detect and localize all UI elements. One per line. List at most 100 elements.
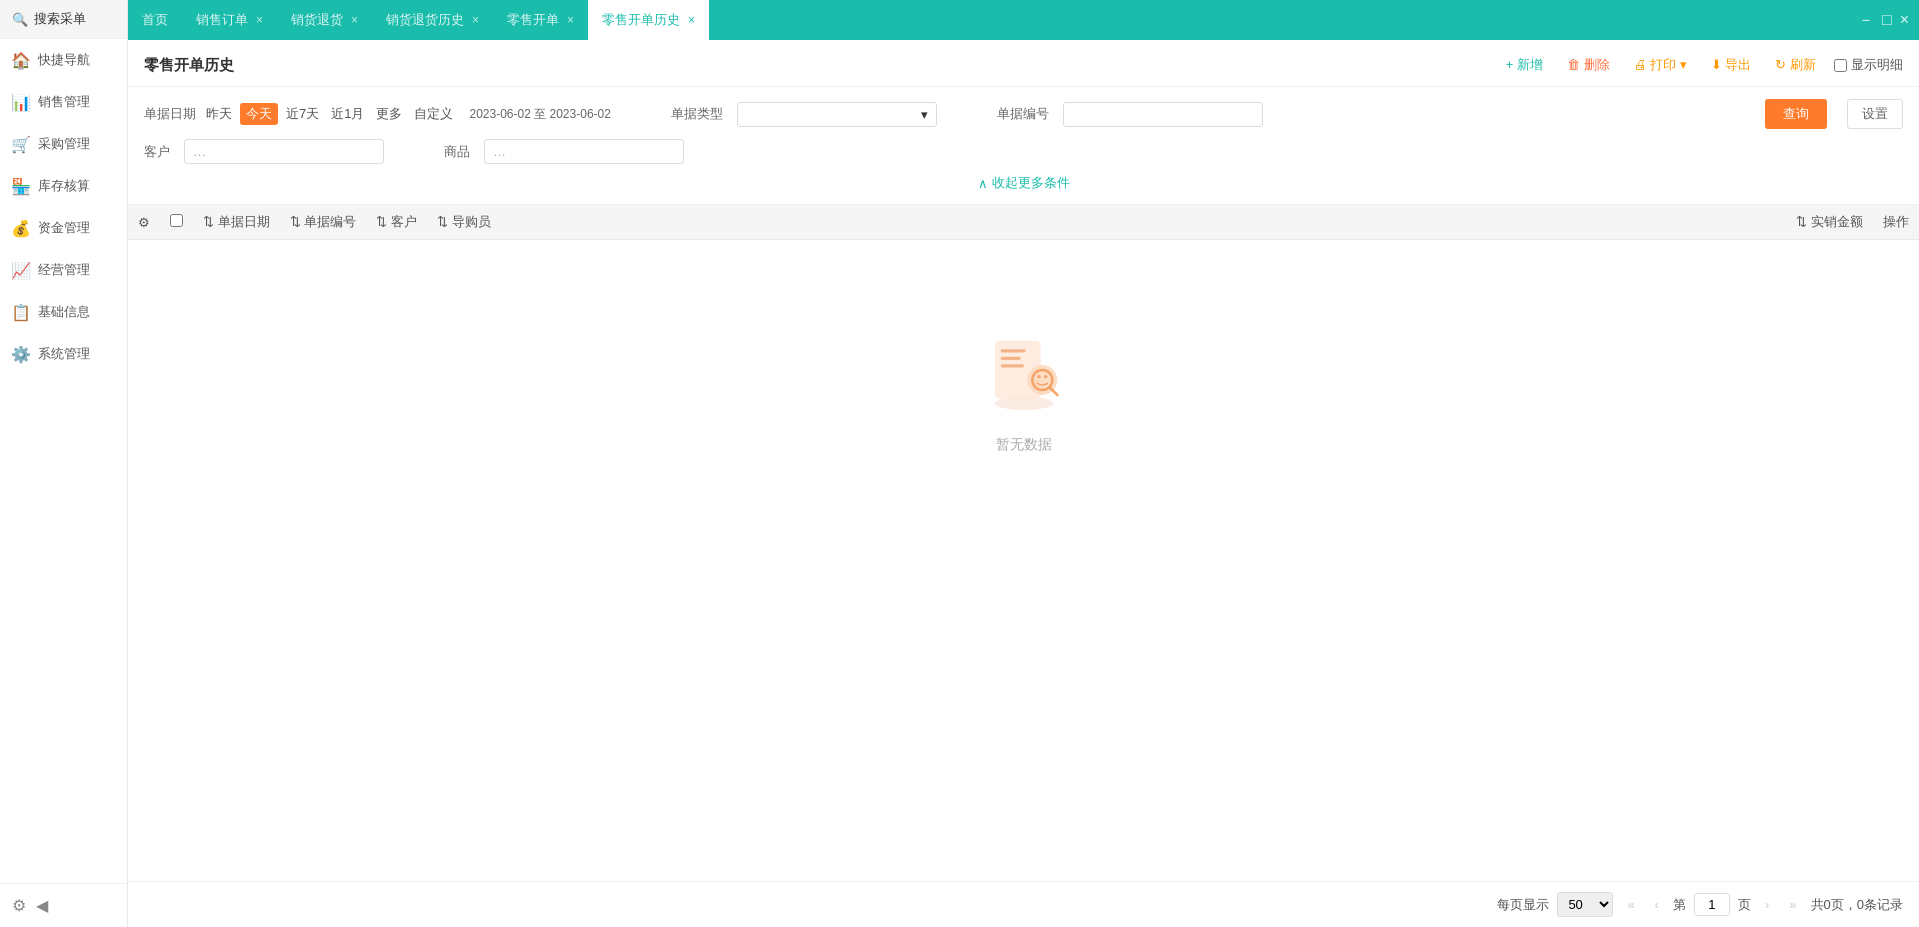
sidebar-icon-system: ⚙️ bbox=[12, 345, 30, 363]
display-cols-checkbox[interactable] bbox=[1834, 59, 1847, 72]
svg-rect-3 bbox=[1000, 357, 1020, 360]
query-button[interactable]: 查询 bbox=[1765, 99, 1827, 129]
collapse-up-icon: ∧ bbox=[978, 176, 988, 191]
tab-home[interactable]: 首页 bbox=[128, 0, 182, 40]
sidebar-item-system[interactable]: ⚙️ 系统管理 bbox=[0, 333, 127, 375]
tab-retail-open-history[interactable]: 零售开单历史× bbox=[588, 0, 709, 40]
per-page-select[interactable]: 50 10 20 100 bbox=[1557, 892, 1613, 917]
main-area: 首页销售订单×销货退货×销货退货历史×零售开单×零售开单历史× － □ × 零售… bbox=[128, 0, 1919, 927]
svg-rect-2 bbox=[1000, 349, 1025, 352]
tab-bar-end: － □ × bbox=[1858, 10, 1919, 31]
customer-filter: 客户 … bbox=[144, 139, 384, 164]
th-customer[interactable]: ⇅ 客户 bbox=[366, 205, 427, 240]
date-filter-label: 单据日期 bbox=[144, 105, 196, 123]
table-area: ⚙ ⇅ 单据日期 ⇅ 单据编号 ⇅ 客户 ⇅ 导购员 ⇅ 实销金额 操作 bbox=[128, 205, 1919, 881]
sidebar-icon-operation: 📈 bbox=[12, 261, 30, 279]
customer-select[interactable]: … bbox=[184, 139, 384, 164]
display-cols-checkbox-label[interactable]: 显示明细 bbox=[1834, 56, 1903, 74]
sidebar-item-purchase-mgmt[interactable]: 🛒 采购管理 bbox=[0, 123, 127, 165]
sidebar: 🔍 搜索采单 🏠快捷导航 📊 销售管理 🛒 采购管理 🏪库存核算💰资金管理 📈 经营管理 📋基础… bbox=[0, 0, 128, 927]
sidebar-search[interactable]: 🔍 搜索采单 bbox=[0, 0, 127, 39]
th-checkbox[interactable] bbox=[160, 205, 193, 240]
th-gear[interactable]: ⚙ bbox=[128, 205, 160, 240]
empty-text: 暂无数据 bbox=[996, 436, 1052, 454]
th-date[interactable]: ⇅ 单据日期 bbox=[193, 205, 280, 240]
pagination: 每页显示 50 10 20 100 « ‹ 第 页 › » 共0页，0条记录 bbox=[128, 881, 1919, 927]
date-opt-last7[interactable]: 近7天 bbox=[282, 103, 323, 125]
tab-close-sales-order[interactable]: × bbox=[256, 13, 263, 27]
date-opt-more[interactable]: 更多 bbox=[372, 103, 406, 125]
sidebar-item-finance[interactable]: 💰资金管理 bbox=[0, 207, 127, 249]
tab-close-sales-return-history[interactable]: × bbox=[472, 13, 479, 27]
doc-type-label: 单据类型 bbox=[671, 105, 723, 123]
print-button[interactable]: 🖨 打印 ▾ bbox=[1628, 52, 1693, 78]
sidebar-icon-sales-mgmt: 📊 bbox=[12, 93, 30, 111]
date-opt-custom[interactable]: 自定义 bbox=[410, 103, 457, 125]
tab-retail-open[interactable]: 零售开单× bbox=[493, 0, 588, 40]
settings-button[interactable]: 设置 bbox=[1847, 99, 1903, 129]
customer-placeholder: … bbox=[193, 144, 206, 159]
sidebar-search-label: 搜索采单 bbox=[34, 10, 86, 28]
first-page-btn[interactable]: « bbox=[1621, 895, 1640, 914]
product-select[interactable]: … bbox=[484, 139, 684, 164]
tab-close-sales-return[interactable]: × bbox=[351, 13, 358, 27]
th-salesperson[interactable]: ⇅ 导购员 bbox=[427, 205, 501, 240]
svg-rect-4 bbox=[1000, 364, 1023, 367]
tab-close-retail-open-history[interactable]: × bbox=[688, 13, 695, 27]
sidebar-icon-purchase-mgmt: 🛒 bbox=[12, 135, 30, 153]
refresh-button[interactable]: ↻ 刷新 bbox=[1769, 52, 1822, 78]
export-button[interactable]: ⬇ 导出 bbox=[1705, 52, 1758, 78]
select-all-checkbox[interactable] bbox=[170, 214, 183, 227]
filter-collapse-btn[interactable]: ∧ 收起更多条件 bbox=[144, 174, 1903, 192]
page-header: 零售开单历史 + 新增 🗑 删除 🖨 打印 ▾ ⬇ 导出 ↻ 刷新 显示明细 bbox=[128, 40, 1919, 87]
th-doc-num[interactable]: ⇅ 单据编号 bbox=[280, 205, 367, 240]
tab-label-sales-order: 销售订单 bbox=[196, 11, 248, 29]
doc-type-filter: 单据类型 ▾ bbox=[671, 102, 937, 127]
window-maximize-btn[interactable]: □ bbox=[1882, 11, 1892, 29]
svg-point-9 bbox=[1044, 375, 1047, 378]
last-page-btn[interactable]: » bbox=[1783, 895, 1802, 914]
date-opt-last_month[interactable]: 近1月 bbox=[327, 103, 368, 125]
th-spacer bbox=[501, 205, 1787, 240]
doc-num-input[interactable] bbox=[1063, 102, 1263, 127]
sidebar-nav: 🏠快捷导航 📊 销售管理 🛒 采购管理 🏪库存核算💰资金管理 📈 经营管理 📋基础信息 ⚙️ 系统管… bbox=[0, 39, 127, 375]
page-number-input[interactable] bbox=[1694, 893, 1730, 916]
th-actual-amount[interactable]: ⇅ 实销金额 bbox=[1786, 205, 1873, 240]
sidebar-item-quick-nav[interactable]: 🏠快捷导航 bbox=[0, 39, 127, 81]
tab-sales-return[interactable]: 销货退货 × bbox=[277, 0, 372, 40]
date-opt-yesterday[interactable]: 昨天 bbox=[202, 103, 236, 125]
tab-label-sales-return: 销货退货 bbox=[291, 11, 343, 29]
doc-type-arrow: ▾ bbox=[921, 107, 928, 122]
collapse-sidebar-icon[interactable]: ◀ bbox=[36, 896, 48, 915]
date-options: 昨天今天近7天近1月更多自定义 bbox=[202, 103, 457, 125]
sidebar-item-operation[interactable]: 📈 经营管理 bbox=[0, 249, 127, 291]
th-operation: 操作 bbox=[1873, 205, 1919, 240]
next-page-btn[interactable]: › bbox=[1759, 895, 1775, 914]
tab-sales-return-history[interactable]: 销货退货历史 × bbox=[372, 0, 493, 40]
prev-page-btn[interactable]: ‹ bbox=[1649, 895, 1665, 914]
tab-list: 首页销售订单×销货退货×销货退货历史×零售开单×零售开单历史× bbox=[128, 0, 709, 40]
window-close-btn[interactable]: × bbox=[1900, 11, 1909, 29]
sidebar-label-system: 系统管理 bbox=[38, 345, 90, 363]
tab-label-sales-return-history: 销货退货历史 bbox=[386, 11, 464, 29]
filter-row-1: 单据日期 昨天今天近7天近1月更多自定义 2023-06-02 至 2023-0… bbox=[144, 99, 1903, 129]
sidebar-item-base-info[interactable]: 📋基础信息 bbox=[0, 291, 127, 333]
settings-bottom-icon[interactable]: ⚙ bbox=[12, 896, 26, 915]
sidebar-label-purchase-mgmt: 采购管理 bbox=[38, 135, 90, 153]
date-opt-today[interactable]: 今天 bbox=[240, 103, 278, 125]
delete-button[interactable]: 🗑 删除 bbox=[1561, 52, 1616, 78]
sidebar-item-inventory[interactable]: 🏪库存核算 bbox=[0, 165, 127, 207]
tab-sales-order[interactable]: 销售订单 × bbox=[182, 0, 277, 40]
window-minimize-btn[interactable]: － bbox=[1858, 10, 1874, 31]
sidebar-label-base-info: 基础信息 bbox=[38, 303, 90, 321]
tab-label-home: 首页 bbox=[142, 11, 168, 29]
sidebar-label-operation: 经营管理 bbox=[38, 261, 90, 279]
tab-close-retail-open[interactable]: × bbox=[567, 13, 574, 27]
search-icon: 🔍 bbox=[12, 12, 28, 27]
add-button[interactable]: + 新增 bbox=[1500, 52, 1549, 78]
doc-type-select[interactable]: ▾ bbox=[737, 102, 937, 127]
doc-num-filter: 单据编号 bbox=[997, 102, 1263, 127]
sidebar-label-sales-mgmt: 销售管理 bbox=[38, 93, 90, 111]
customer-label: 客户 bbox=[144, 143, 170, 161]
sidebar-item-sales-mgmt[interactable]: 📊 销售管理 bbox=[0, 81, 127, 123]
